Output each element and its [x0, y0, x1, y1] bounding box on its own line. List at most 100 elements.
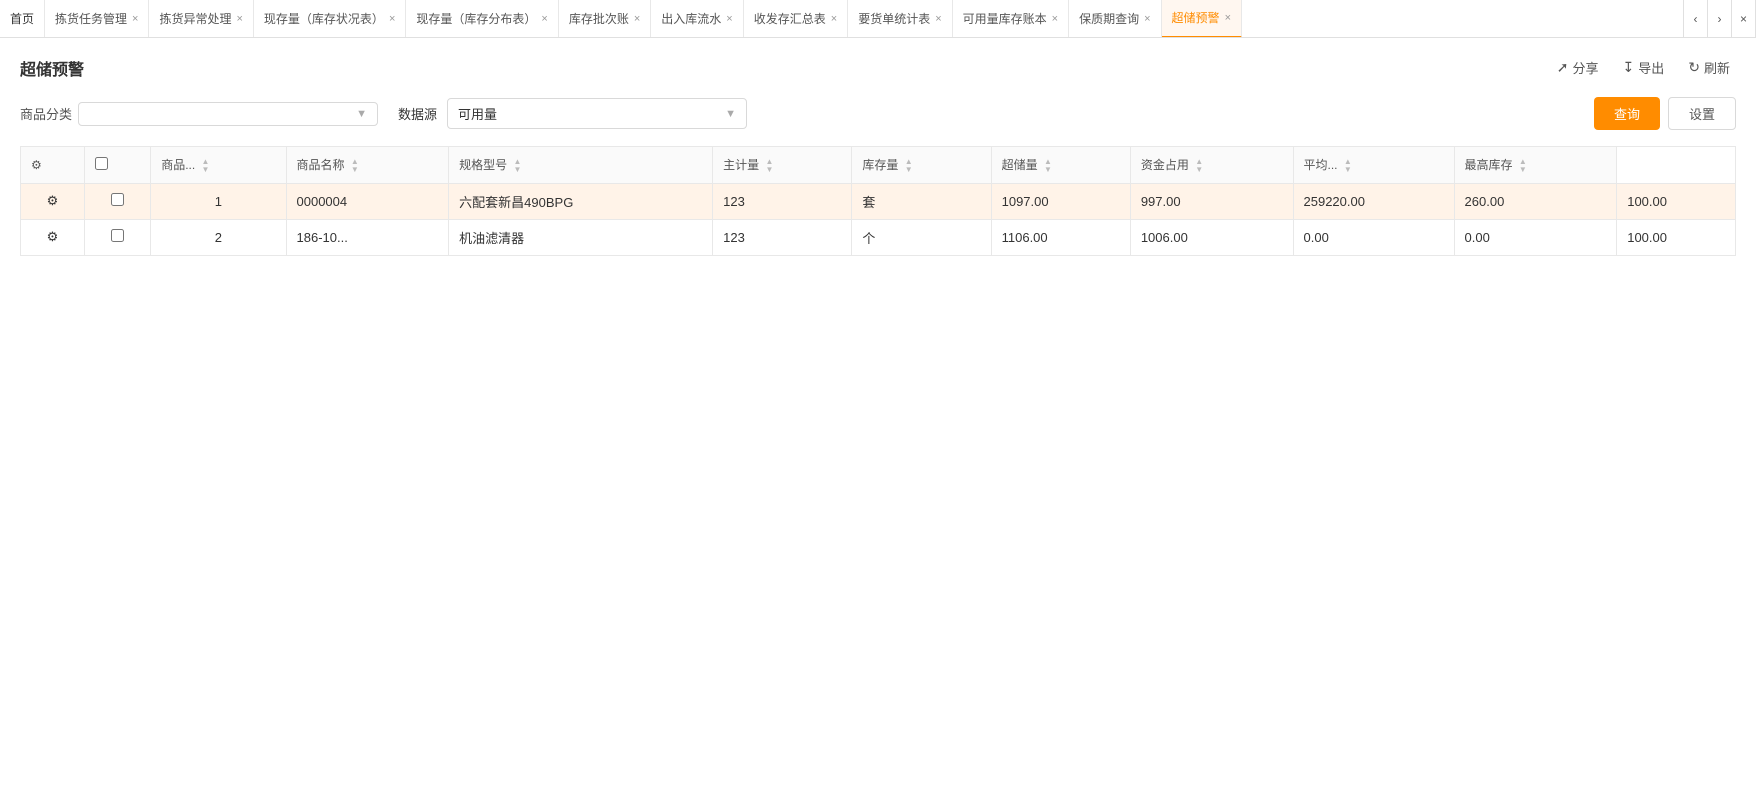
row-checkbox-cell-0	[84, 183, 150, 219]
sort-icon-code: ▲▼	[202, 158, 210, 174]
col-name-label: 商品名称	[297, 158, 345, 172]
nav-tab-7-label: 收发存汇总表	[754, 10, 826, 27]
category-filter: 商品分类 ▼	[20, 102, 378, 126]
row-maxstock-0: 100.00	[1617, 183, 1736, 219]
row-spec-1: 123	[713, 219, 852, 255]
nav-tab-2[interactable]: 拣货异常处理 ×	[149, 0, 253, 38]
row-spec-0: 123	[713, 183, 852, 219]
nav-tab-10[interactable]: 保质期查询 ×	[1069, 0, 1161, 38]
row-capital-0: 259220.00	[1293, 183, 1454, 219]
table-row: ⚙ 1 0000004 六配套新昌490BPG 123 套 1097.00 99…	[21, 183, 1736, 219]
nav-tab-4-close[interactable]: ×	[541, 13, 547, 25]
nav-tab-8-close[interactable]: ×	[935, 13, 941, 25]
gear-icon-1: ⚙	[47, 229, 59, 244]
nav-tab-5-close[interactable]: ×	[634, 13, 640, 25]
row-num-0: 1	[151, 183, 286, 219]
row-avg-1: 0.00	[1454, 219, 1617, 255]
row-overflow-0: 997.00	[1130, 183, 1293, 219]
query-button[interactable]: 查询	[1594, 97, 1660, 130]
table-col-stock[interactable]: 库存量 ▲▼	[852, 147, 991, 184]
nav-tab-8-label: 要货单统计表	[858, 10, 930, 27]
sort-icon-name: ▲▼	[351, 158, 359, 174]
table-col-spec[interactable]: 规格型号 ▲▼	[449, 147, 713, 184]
share-icon: ➚	[1557, 59, 1569, 76]
category-select[interactable]: ▼	[78, 102, 378, 126]
row-unit-1: 个	[852, 219, 991, 255]
nav-tab-10-label: 保质期查询	[1079, 10, 1139, 27]
datasource-select[interactable]: 可用量 ▼	[447, 98, 747, 129]
nav-arrows: ‹ › ×	[1683, 0, 1756, 38]
table-col-capital[interactable]: 资金占用 ▲▼	[1130, 147, 1293, 184]
nav-tab-home-label: 首页	[10, 10, 34, 27]
table-col-name[interactable]: 商品名称 ▲▼	[286, 147, 449, 184]
nav-tab-6[interactable]: 出入库流水 ×	[651, 0, 743, 38]
data-table: ⚙ 商品... ▲▼ 商品名称 ▲▼ 规格型号 ▲▼ 主计	[20, 146, 1736, 256]
row-settings-0[interactable]: ⚙	[21, 183, 85, 219]
row-checkbox-cell-1	[84, 219, 150, 255]
sort-icon-capital: ▲▼	[1195, 158, 1203, 174]
row-overflow-1: 1006.00	[1130, 219, 1293, 255]
nav-tabs-container: 首页 拣货任务管理 × 拣货异常处理 × 现存量（库存状况表） × 现存量（库存…	[0, 0, 1683, 38]
nav-tab-5[interactable]: 库存批次账 ×	[559, 0, 651, 38]
table-col-avg[interactable]: 平均... ▲▼	[1293, 147, 1454, 184]
row-name-0: 六配套新昌490BPG	[449, 183, 713, 219]
nav-next-arrow[interactable]: ›	[1708, 0, 1732, 38]
row-checkbox-1[interactable]	[111, 229, 124, 242]
table-col-settings[interactable]: ⚙	[21, 147, 85, 184]
select-all-checkbox[interactable]	[95, 157, 108, 170]
nav-tab-6-close[interactable]: ×	[726, 13, 732, 25]
nav-tab-3-label: 现存量（库存状况表）	[264, 10, 384, 27]
table-col-overflow[interactable]: 超储量 ▲▼	[991, 147, 1130, 184]
table-col-code[interactable]: 商品... ▲▼	[151, 147, 286, 184]
nav-tab-1[interactable]: 拣货任务管理 ×	[45, 0, 149, 38]
table-col-maxstock[interactable]: 最高库存 ▲▼	[1454, 147, 1617, 184]
nav-tab-11[interactable]: 超储预警 ×	[1162, 0, 1242, 38]
nav-close-arrow[interactable]: ×	[1732, 0, 1756, 38]
row-settings-1[interactable]: ⚙	[21, 219, 85, 255]
page-header: 超储预警 ➚ 分享 ↧ 导出 ↻ 刷新	[20, 54, 1736, 81]
nav-tab-9-close[interactable]: ×	[1052, 13, 1058, 25]
sort-icon-spec: ▲▼	[514, 158, 522, 174]
nav-tab-6-label: 出入库流水	[661, 10, 721, 27]
nav-tab-1-close[interactable]: ×	[132, 13, 138, 25]
export-button[interactable]: ↧ 导出	[1617, 54, 1671, 81]
sort-icon-maxstock: ▲▼	[1519, 158, 1527, 174]
nav-tab-7[interactable]: 收发存汇总表 ×	[744, 0, 848, 38]
export-label: 导出	[1638, 58, 1664, 77]
datasource-filter: 数据源 可用量 ▼	[398, 98, 747, 129]
gear-icon: ⚙	[31, 158, 42, 172]
row-stock-1: 1106.00	[991, 219, 1130, 255]
nav-tab-11-close[interactable]: ×	[1225, 12, 1231, 24]
sort-icon-overflow: ▲▼	[1044, 158, 1052, 174]
table-col-unit[interactable]: 主计量 ▲▼	[713, 147, 852, 184]
setting-button[interactable]: 设置	[1668, 97, 1736, 130]
nav-tab-3[interactable]: 现存量（库存状况表） ×	[254, 0, 406, 38]
row-num-1: 2	[151, 219, 286, 255]
table-col-checkbox	[84, 147, 150, 184]
nav-tab-11-label: 超储预警	[1172, 9, 1220, 26]
row-capital-1: 0.00	[1293, 219, 1454, 255]
filter-actions: 查询 设置	[1594, 97, 1736, 130]
nav-tab-9[interactable]: 可用量库存账本 ×	[953, 0, 1069, 38]
nav-tab-4[interactable]: 现存量（库存分布表） ×	[406, 0, 558, 38]
sort-icon-unit: ▲▼	[766, 158, 774, 174]
share-label: 分享	[1572, 58, 1598, 77]
nav-tab-10-close[interactable]: ×	[1144, 13, 1150, 25]
nav-tab-7-close[interactable]: ×	[831, 13, 837, 25]
nav-prev-arrow[interactable]: ‹	[1684, 0, 1708, 38]
col-unit-label: 主计量	[723, 158, 759, 172]
refresh-button[interactable]: ↻ 刷新	[1682, 54, 1736, 81]
row-checkbox-0[interactable]	[111, 193, 124, 206]
row-code-1: 186-10...	[286, 219, 449, 255]
nav-tab-3-close[interactable]: ×	[389, 13, 395, 25]
sort-icon-stock: ▲▼	[905, 158, 913, 174]
page-content: 超储预警 ➚ 分享 ↧ 导出 ↻ 刷新 商品分类 ▼ 数据源	[0, 38, 1756, 800]
category-chevron-icon: ▼	[356, 108, 367, 120]
row-unit-0: 套	[852, 183, 991, 219]
nav-tab-2-close[interactable]: ×	[236, 13, 242, 25]
share-button[interactable]: ➚ 分享	[1551, 54, 1605, 81]
nav-tab-2-label: 拣货异常处理	[159, 10, 231, 27]
nav-tab-8[interactable]: 要货单统计表 ×	[848, 0, 952, 38]
nav-tab-home[interactable]: 首页	[0, 0, 45, 38]
col-stock-label: 库存量	[862, 158, 898, 172]
